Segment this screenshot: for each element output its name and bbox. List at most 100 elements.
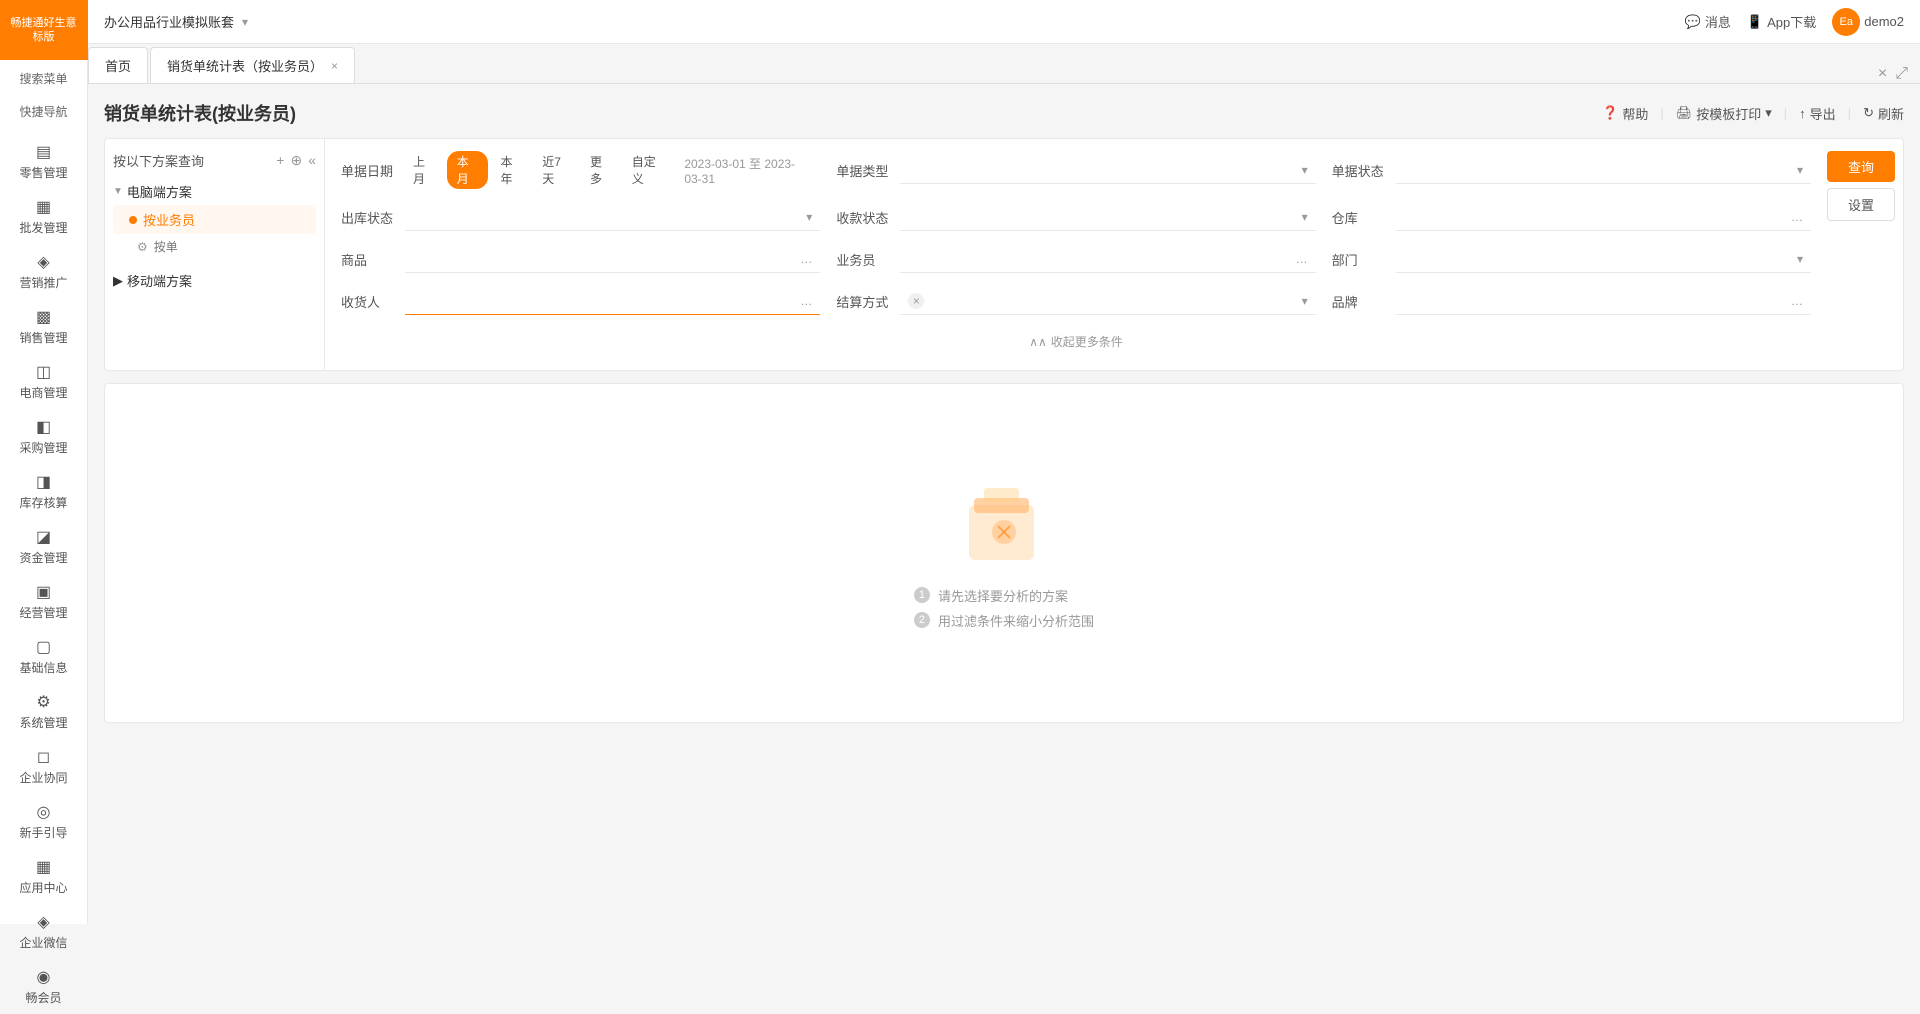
- wholesale-icon: ▦: [36, 197, 51, 217]
- sidebar-item-ecommerce[interactable]: ◫ 电商管理: [0, 354, 87, 409]
- payment-control[interactable]: × ▾: [900, 287, 1315, 315]
- sidebar-item-guide[interactable]: ◎ 新手引导: [0, 794, 87, 849]
- scheme-panel: 按以下方案查询 + ⊕ « ▼ 电脑端方案 按业务员: [105, 139, 325, 370]
- user-avatar: Ea: [1832, 8, 1860, 36]
- sidebar-item-appstore[interactable]: ▦ 应用中心: [0, 849, 87, 904]
- date-tab-custom[interactable]: 自定义: [624, 151, 673, 189]
- sales-icon: ▩: [36, 307, 51, 327]
- tab-close-button[interactable]: ×: [331, 59, 338, 73]
- sidebar-search[interactable]: 搜索菜单: [0, 60, 87, 97]
- system-icon: ⚙: [36, 692, 50, 712]
- sidebar-item-finance[interactable]: ◪ 资金管理: [0, 519, 87, 574]
- collapse-row: ∧∧ 收起更多条件: [341, 329, 1811, 358]
- scheme-panel-header: 按以下方案查询 + ⊕ «: [113, 151, 316, 170]
- settings-button[interactable]: 设置: [1827, 188, 1895, 221]
- group-arrow-icon: ▼: [113, 186, 123, 197]
- date-tab-lastmonth[interactable]: 上月: [405, 151, 443, 189]
- tab-close-all-button[interactable]: ×: [1878, 65, 1887, 83]
- sidebar-logo: 畅捷通好生意 标版: [0, 0, 88, 60]
- user-menu[interactable]: Ea demo2: [1832, 8, 1904, 36]
- scheme-add-icon[interactable]: +: [276, 152, 284, 169]
- sub-item-icon: ⚙: [137, 240, 148, 254]
- sidebar-item-retail[interactable]: ▤ 零售管理: [0, 134, 87, 189]
- message-icon: 💬: [1685, 14, 1701, 30]
- ecommerce-icon: ◫: [36, 362, 51, 382]
- tab-expand-button[interactable]: ⤢: [1895, 65, 1908, 83]
- purchase-icon: ◧: [36, 417, 51, 437]
- filter-row-4: 收货人 … 结算方式 × ▾: [341, 287, 1811, 315]
- goods-more-icon: …: [800, 252, 812, 266]
- scheme-item-by-salesperson[interactable]: 按业务员: [113, 205, 316, 234]
- date-tab-more[interactable]: 更多: [582, 151, 620, 189]
- empty-state: 1 请先选择要分析的方案 2 用过滤条件来缩小分析范围: [894, 410, 1114, 696]
- refresh-button[interactable]: ↻ 刷新: [1863, 104, 1904, 123]
- sidebar-item-basics[interactable]: ▢ 基础信息: [0, 629, 87, 684]
- date-tab-7days[interactable]: 近7天: [534, 151, 578, 189]
- sidebar-item-wechat[interactable]: ◈ 企业微信: [0, 904, 87, 959]
- department-control[interactable]: ▾: [1396, 245, 1811, 273]
- brand-control[interactable]: …: [1396, 287, 1811, 315]
- help-icon: ❓: [1602, 105, 1618, 121]
- empty-icon: [954, 470, 1054, 570]
- query-button[interactable]: 查询: [1827, 151, 1895, 182]
- sidebar-item-marketing[interactable]: ◈ 营销推广: [0, 244, 87, 299]
- topbar: 办公用品行业模拟账套 ▾ 💬 消息 📱 App下载 Ea demo2: [88, 0, 1920, 44]
- main-area: 办公用品行业模拟账套 ▾ 💬 消息 📱 App下载 Ea demo2 首页 销货…: [88, 0, 1920, 924]
- sidebar-item-inventory[interactable]: ◨ 库存核算: [0, 464, 87, 519]
- filter-item-goods: 商品 …: [341, 245, 820, 273]
- date-tab-thisyear[interactable]: 本年: [492, 151, 530, 189]
- export-button[interactable]: ↑ 导出: [1799, 104, 1836, 123]
- scheme-collapse-icon[interactable]: «: [308, 152, 316, 169]
- brand-label: 品牌: [1332, 292, 1388, 311]
- help-button[interactable]: ❓ 帮助: [1602, 104, 1648, 123]
- goods-control[interactable]: …: [405, 245, 820, 273]
- out-status-dropdown-icon: ▾: [806, 210, 812, 224]
- date-range-text: 2023-03-01 至 2023-03-31: [684, 155, 812, 186]
- order-status-control[interactable]: ▾: [1396, 156, 1811, 184]
- filter-row-2: 出库状态 ▾ 收款状态 ▾: [341, 203, 1811, 231]
- sidebar-item-operations[interactable]: ▣ 经营管理: [0, 574, 87, 629]
- message-button[interactable]: 💬 消息: [1685, 12, 1731, 31]
- sidebar-logo-text: 畅捷通好生意 标版: [11, 16, 77, 45]
- receipt-status-dropdown-icon: ▾: [1302, 210, 1308, 224]
- tab-home[interactable]: 首页: [88, 47, 148, 83]
- filter-item-payment: 结算方式 × ▾: [836, 287, 1315, 315]
- sidebar-item-wholesale[interactable]: ▦ 批发管理: [0, 189, 87, 244]
- sidebar-item-system[interactable]: ⚙ 系统管理: [0, 684, 87, 739]
- scheme-sub-item-by-order[interactable]: ⚙ 按单: [113, 234, 316, 259]
- filter-item-salesperson: 业务员 …: [836, 245, 1315, 273]
- order-type-control[interactable]: ▾: [900, 156, 1315, 184]
- out-status-control[interactable]: ▾: [405, 203, 820, 231]
- receiver-control[interactable]: …: [405, 287, 820, 315]
- template-print-button[interactable]: 🖨 按模板打印 ▾: [1676, 104, 1772, 123]
- sidebar-quick-nav[interactable]: 快捷导航: [0, 97, 87, 126]
- retail-icon: ▤: [36, 142, 51, 162]
- sidebar-item-enterprise[interactable]: ◻ 企业协同: [0, 739, 87, 794]
- topbar-dropdown-arrow[interactable]: ▾: [242, 15, 248, 29]
- warehouse-control[interactable]: …: [1396, 203, 1811, 231]
- tab-sales-stats[interactable]: 销货单统计表（按业务员） ×: [150, 47, 355, 83]
- sidebar-item-purchase[interactable]: ◧ 采购管理: [0, 409, 87, 464]
- sidebar-item-sales[interactable]: ▩ 销售管理: [0, 299, 87, 354]
- page-title: 销货单统计表(按业务员): [104, 100, 296, 126]
- order-type-label: 单据类型: [836, 161, 892, 180]
- sidebar-item-member[interactable]: ◉ 畅会员: [0, 959, 87, 1014]
- scheme-group-mobile: ▶ 移动端方案: [113, 267, 316, 294]
- basics-icon: ▢: [36, 637, 51, 657]
- order-status-dropdown-icon: ▾: [1797, 163, 1803, 177]
- salesperson-control[interactable]: …: [900, 245, 1315, 273]
- scheme-group-mobile-toggle[interactable]: ▶ 移动端方案: [113, 267, 316, 294]
- scheme-group-desktop-toggle[interactable]: ▼ 电脑端方案: [113, 178, 316, 205]
- page-header: 销货单统计表(按业务员) ❓ 帮助 | 🖨 按模板打印 ▾ | ↑ 导出 |: [104, 100, 1904, 126]
- filter-item-order-type: 单据类型 ▾: [836, 156, 1315, 184]
- app-download-button[interactable]: 📱 App下载: [1747, 12, 1816, 31]
- scheme-circle-add-icon[interactable]: ⊕: [290, 152, 302, 169]
- receipt-status-control[interactable]: ▾: [900, 203, 1315, 231]
- scheme-panel-icons: + ⊕ «: [276, 152, 316, 169]
- goods-label: 商品: [341, 250, 397, 269]
- date-tab-thismonth[interactable]: 本月: [447, 151, 489, 189]
- filter-item-brand: 品牌 …: [1332, 287, 1811, 315]
- collapse-button[interactable]: ∧∧ 收起更多条件: [1029, 333, 1123, 350]
- order-status-label: 单据状态: [1332, 161, 1388, 180]
- payment-clear-button[interactable]: ×: [908, 293, 924, 309]
